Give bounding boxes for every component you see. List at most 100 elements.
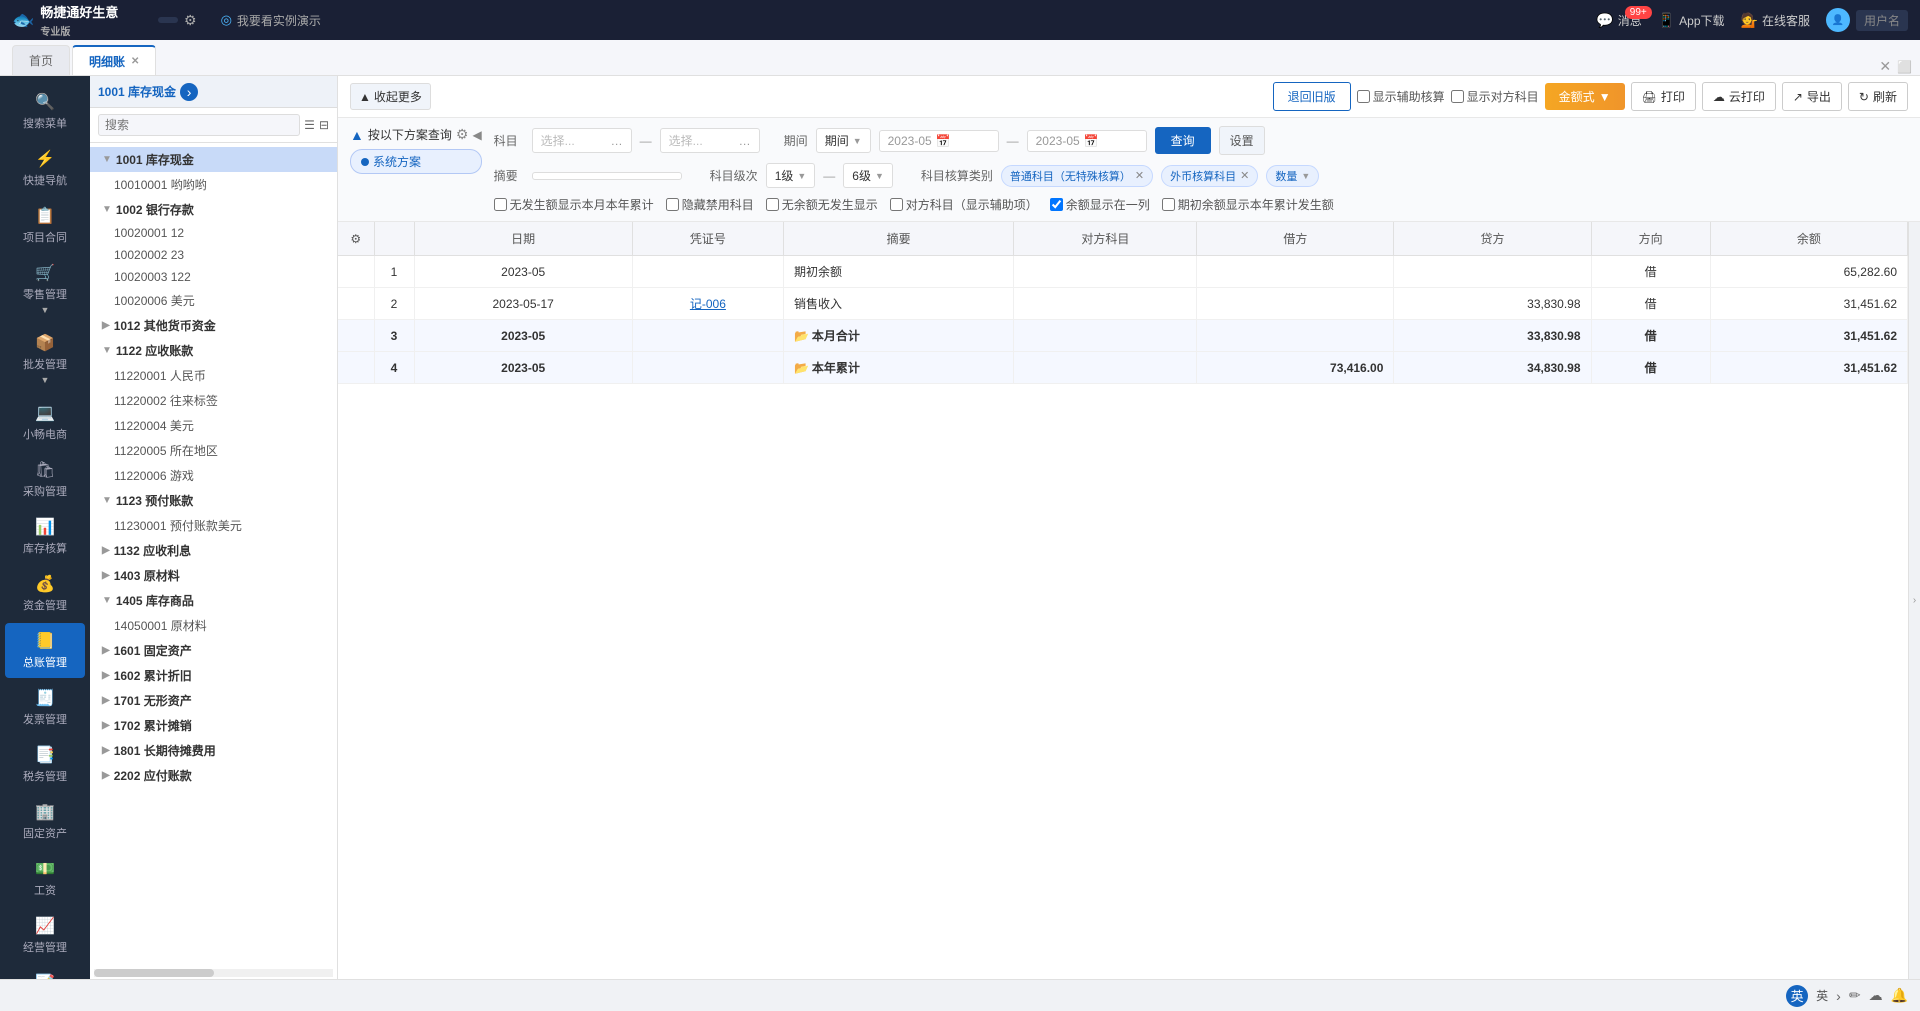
tree-item-1602[interactable]: ▶ 1602 累计折旧 [90,663,337,688]
tree-item-1702[interactable]: ▶ 1702 累计摊销 [90,713,337,738]
voucher-link[interactable]: 记-006 [690,297,726,311]
summary-input[interactable] [532,172,682,180]
right-side-arrow[interactable]: › [1908,222,1920,979]
tree-item-1701[interactable]: ▶ 1701 无形资产 [90,688,337,713]
opposite-input[interactable] [890,198,903,211]
filter-settings-btn[interactable]: 设置 [1219,126,1265,155]
quantity-tag[interactable]: 数量 ▼ [1266,165,1319,187]
period-type-select[interactable]: 期间 ▼ [816,128,871,153]
sidebar-item-report[interactable]: 📝 小畅报销 [5,965,85,979]
account-search-input[interactable] [98,114,300,136]
sidebar-item-nav[interactable]: ⚡ 快捷导航 [5,141,85,196]
sidebar-item-inventory[interactable]: 📊 库存核算 [5,509,85,564]
sidebar-item-ecommerce[interactable]: 💻 小畅电商 [5,395,85,450]
tree-collapse-icon[interactable]: ⊟ [319,118,329,132]
level-from-select[interactable]: 1级 ▼ [766,163,816,188]
tree-item-1801[interactable]: ▶ 1801 长期待摊费用 [90,738,337,763]
balance-one-col-input[interactable] [1050,198,1063,211]
col-date[interactable]: 日期 [414,222,632,256]
system-scheme-btn[interactable]: 系统方案 [350,149,482,174]
col-balance[interactable]: 余额 [1710,222,1907,256]
export-btn[interactable]: ↗ 导出 [1782,82,1842,111]
subject-dots-btn[interactable]: … [611,134,623,148]
no-balance-input[interactable] [766,198,779,211]
sidebar-item-retail[interactable]: 🛒 零售管理 ▼ [5,255,85,323]
sidebar-item-operation[interactable]: 📈 经营管理 [5,908,85,963]
calendar-start-icon[interactable]: 📅 [936,134,951,148]
col-direction[interactable]: 方向 [1591,222,1710,256]
user-info[interactable]: 👤 用户名 [1826,8,1908,32]
col-opposite[interactable]: 对方科目 [1014,222,1197,256]
maximize-btn[interactable]: ⬜ [1897,60,1912,74]
period-start-input[interactable]: 2023-05 📅 [879,130,999,152]
scheme-settings-icon[interactable]: ⚙ [456,126,469,143]
tab-ledger-close[interactable]: ✕ [131,56,139,67]
hide-disabled-input[interactable] [666,198,679,211]
tree-item-1122[interactable]: ▼ 1122 应收账款 [90,338,337,363]
account-nav-btn[interactable]: › [180,83,198,101]
subject-dots2-btn[interactable]: … [739,134,751,148]
show-auxiliary-input[interactable] [1357,90,1370,103]
print-btn[interactable]: 🖨 打印 [1631,82,1696,111]
col-debit[interactable]: 借方 [1197,222,1394,256]
tree-item-1002[interactable]: ▼ 1002 银行存款 [90,197,337,222]
cloud-status-icon[interactable]: ☁ [1869,987,1883,1004]
close-window-btn[interactable]: ✕ [1879,58,1891,75]
hide-disabled-checkbox[interactable]: 隐藏禁用科目 [666,196,754,213]
row2-voucher[interactable]: 记-006 [632,288,783,320]
sidebar-item-salary[interactable]: 💵 工资 [5,851,85,906]
subject-input-right[interactable]: 选择... … [660,128,760,153]
col-credit[interactable]: 贷方 [1394,222,1591,256]
return-old-btn[interactable]: 退回旧版 [1273,82,1351,111]
gold-mode-btn[interactable]: 金额式 ▼ [1545,83,1625,110]
tree-item-1601[interactable]: ▶ 1601 固定资产 [90,638,337,663]
lang-switch-btn[interactable]: 英 [1786,985,1808,1007]
online-service-btn[interactable]: 💁 在线客服 [1741,12,1810,29]
sidebar-item-assets[interactable]: 🏢 固定资产 [5,794,85,849]
tree-item-11220005[interactable]: 11220005 所在地区 [90,438,337,463]
tree-item-10020003[interactable]: 10020003 122 [90,266,337,288]
no-balance-checkbox[interactable]: 无余额无发生显示 [766,196,878,213]
show-opposite-input[interactable] [1451,90,1464,103]
type-tag2-close[interactable]: ✕ [1240,169,1249,182]
tree-item-14050001[interactable]: 14050001 原材料 [90,613,337,638]
refresh-btn[interactable]: ↻ 刷新 [1848,82,1908,111]
query-btn[interactable]: 查询 [1155,127,1211,154]
tree-item-1012[interactable]: ▶ 1012 其他货币资金 [90,313,337,338]
col-voucher[interactable]: 凭证号 [632,222,783,256]
message-btn[interactable]: 💬 消息 99+ [1596,12,1641,29]
collapse-more-btn[interactable]: ▲ 收起更多 [350,83,431,110]
col-summary[interactable]: 摘要 [783,222,1013,256]
sidebar-item-finance[interactable]: 💰 资金管理 [5,566,85,621]
table-wrapper[interactable]: ⚙ 日期 凭证号 摘要 对方科目 借方 贷方 方向 余额 [338,222,1908,979]
sidebar-item-contract[interactable]: 📋 项目合同 [5,198,85,253]
sidebar-item-purchase[interactable]: 🛍 采购管理 [5,452,85,507]
cloud-print-btn[interactable]: ☁ 云打印 [1702,82,1776,111]
tree-scrollbar[interactable] [94,969,333,977]
sidebar-item-search[interactable]: 🔍 搜索菜单 [5,84,85,139]
tree-item-11220004[interactable]: 11220004 美元 [90,413,337,438]
no-occur-checkbox[interactable]: 无发生额显示本月本年累计 [494,196,654,213]
initial-balance-checkbox[interactable]: 期初余额显示本年累计发生额 [1162,196,1334,213]
settings-status-icon[interactable]: › [1836,988,1841,1004]
show-auxiliary-checkbox[interactable]: 显示辅助核算 [1357,88,1445,105]
tree-item-1001[interactable]: ▼ 1001 库存现金 [90,147,337,172]
tree-item-10020001[interactable]: 10020001 12 [90,222,337,244]
settings-icon[interactable]: ⚙ [184,12,197,29]
opposite-checkbox[interactable]: 对方科目（显示辅助项） [890,196,1038,213]
tree-item-1132[interactable]: ▶ 1132 应收利息 [90,538,337,563]
show-opposite-checkbox[interactable]: 显示对方科目 [1451,88,1539,105]
tree-item-11220006[interactable]: 11220006 游戏 [90,463,337,488]
col-settings[interactable]: ⚙ [338,222,374,256]
tree-item-11220001[interactable]: 11220001 人民币 [90,363,337,388]
lang-text-btn[interactable]: 英 [1816,987,1828,1004]
tree-item-10020006[interactable]: 10020006 美元 [90,288,337,313]
demo-link[interactable]: ◎ 我要看实例演示 [221,12,321,29]
tree-item-1405[interactable]: ▼ 1405 库存商品 [90,588,337,613]
sidebar-item-ledger[interactable]: 📒 总账管理 [5,623,85,678]
tree-item-11220002[interactable]: 11220002 往来标签 [90,388,337,413]
tab-ledger[interactable]: 明细账 ✕ [72,45,156,75]
current-account[interactable]: 1001 库存现金 › [98,83,198,101]
tree-item-10020002[interactable]: 10020002 23 [90,244,337,266]
type-tag2[interactable]: 外币核算科目 ✕ [1161,165,1258,187]
